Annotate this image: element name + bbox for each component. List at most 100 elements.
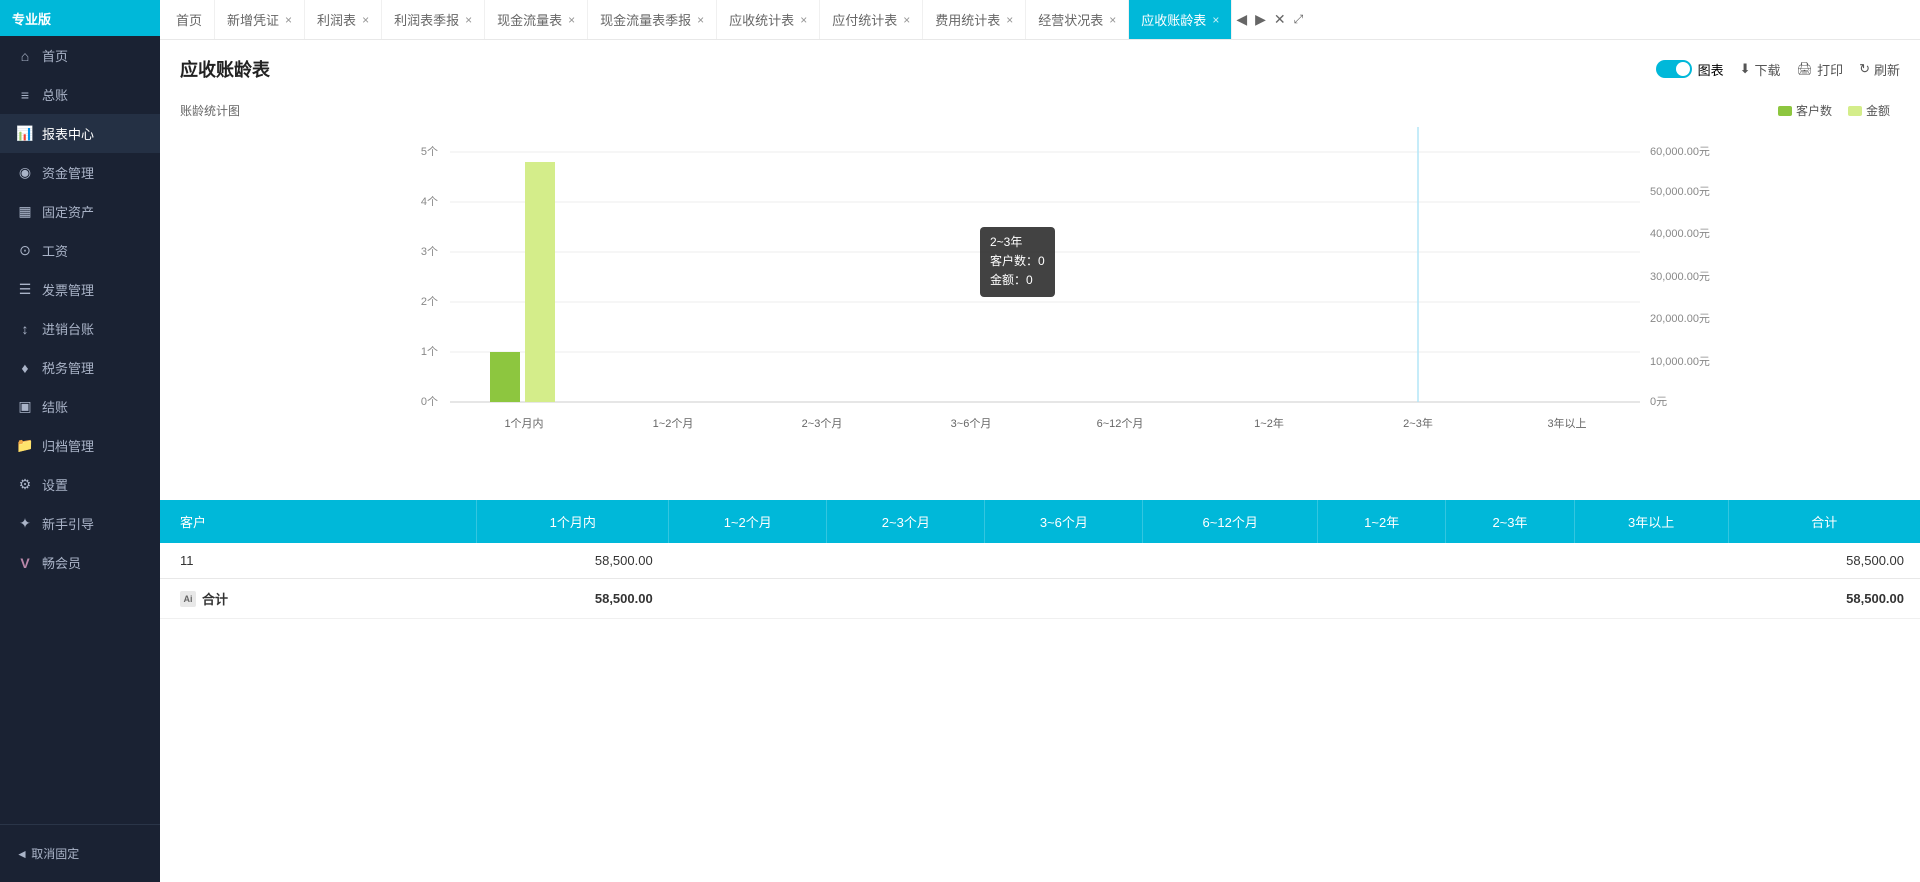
tab-cashflow-close[interactable]: × (568, 13, 575, 27)
th-m612: 6~12个月 (1143, 500, 1318, 543)
sidebar-item-home[interactable]: ⌂ 首页 (0, 36, 160, 75)
total-icon: Ai (180, 591, 196, 607)
svg-text:40,000.00元: 40,000.00元 (1650, 228, 1710, 240)
sidebar: 专业版 ⌂ 首页 ≡ 总账 📊 报表中心 ◉ 资金管理 ▦ 固定资产 ⊙ 工资 … (0, 0, 160, 882)
tab-voucher-label: 新增凭证 (227, 10, 279, 29)
svg-text:0元: 0元 (1650, 396, 1667, 408)
sidebar-item-funds[interactable]: ◉ 资金管理 (0, 153, 160, 192)
tab-cashflow-label: 现金流量表 (497, 10, 562, 29)
sidebar-item-label: 税务管理 (42, 358, 94, 377)
sidebar-item-invoice[interactable]: ☰ 发票管理 (0, 270, 160, 309)
tab-ar-aging-close[interactable]: × (1212, 13, 1219, 27)
svg-text:2~3个月: 2~3个月 (802, 417, 843, 430)
table-row: 11 58,500.00 58,500.00 (160, 543, 1920, 579)
tab-voucher-close[interactable]: × (285, 13, 292, 27)
download-label: 下载 (1755, 60, 1781, 79)
toggle-track[interactable] (1656, 60, 1692, 78)
th-m1: 1个月内 (477, 500, 669, 543)
legend-customers: 客户数 (1778, 102, 1832, 119)
refresh-button[interactable]: ↻ 刷新 (1859, 60, 1900, 79)
sidebar-item-label: 工资 (42, 241, 68, 260)
total-row: Ai 合计 58,500.00 58,500.00 (160, 579, 1920, 619)
download-icon: ⬇ (1740, 61, 1751, 77)
td-total-0: 58,500.00 (1728, 543, 1920, 579)
tab-expense-stats-close[interactable]: × (1006, 13, 1013, 27)
invoice-icon: ☰ (16, 281, 34, 298)
tab-home[interactable]: 首页 (164, 0, 215, 40)
sidebar-item-label: 新手引导 (42, 514, 94, 533)
sidebar-item-tax[interactable]: ♦ 税务管理 (0, 348, 160, 387)
sidebar-item-salary[interactable]: ⊙ 工资 (0, 231, 160, 270)
sidebar-item-reports[interactable]: 📊 报表中心 (0, 114, 160, 153)
tab-cashflow[interactable]: 现金流量表 × (485, 0, 588, 40)
tab-profit-quarterly[interactable]: 利润表季报 × (382, 0, 485, 40)
sidebar-item-guide[interactable]: ✦ 新手引导 (0, 504, 160, 543)
tab-expense-stats[interactable]: 费用统计表 × (923, 0, 1026, 40)
download-button[interactable]: ⬇ 下载 (1740, 60, 1781, 79)
print-label: 打印 (1817, 60, 1843, 79)
tab-ar-stats[interactable]: 应收统计表 × (717, 0, 820, 40)
tab-ap-stats[interactable]: 应付统计表 × (820, 0, 923, 40)
svg-text:5个: 5个 (421, 145, 438, 158)
td-total-y12 (1318, 579, 1446, 619)
tab-bar: 首页 新增凭证 × 利润表 × 利润表季报 × 现金流量表 × 现金流量表季报 … (160, 0, 1920, 40)
home-icon: ⌂ (16, 48, 34, 64)
tab-cashflow-quarterly-close[interactable]: × (697, 13, 704, 27)
sidebar-item-sales[interactable]: ↕ 进销台账 (0, 309, 160, 348)
tab-ar-aging[interactable]: 应收账龄表 × (1129, 0, 1232, 40)
td-m1-0: 58,500.00 (477, 543, 669, 579)
td-total-label: Ai 合计 (160, 579, 477, 619)
tab-profit-quarterly-label: 利润表季报 (394, 10, 459, 29)
print-button[interactable]: 🖨 打印 (1797, 60, 1844, 79)
sidebar-item-label: 总账 (42, 85, 68, 104)
sidebar-item-label: 畅会员 (42, 553, 81, 572)
svg-text:10,000.00元: 10,000.00元 (1650, 356, 1710, 368)
tab-cashflow-quarterly[interactable]: 现金流量表季报 × (588, 0, 717, 40)
svg-text:1个: 1个 (421, 345, 438, 358)
tab-expand-button[interactable]: ⤢ (1290, 0, 1308, 40)
tab-voucher[interactable]: 新增凭证 × (215, 0, 305, 40)
sidebar-item-close[interactable]: ▣ 结账 (0, 387, 160, 426)
th-y3plus: 3年以上 (1574, 500, 1728, 543)
aging-table: 客户 1个月内 1~2个月 2~3个月 3~6个月 6~12个月 1~2年 2~… (160, 500, 1920, 619)
th-y12: 1~2年 (1318, 500, 1446, 543)
sidebar-item-vip[interactable]: V 畅会员 (0, 543, 160, 582)
sidebar-item-label: 资金管理 (42, 163, 94, 182)
tab-ar-stats-close[interactable]: × (800, 13, 807, 27)
sales-icon: ↕ (16, 321, 34, 337)
sidebar-bottom: ◄ 取消固定 (0, 824, 160, 882)
tab-biz-status[interactable]: 经营状况表 × (1026, 0, 1129, 40)
svg-text:1~2个月: 1~2个月 (653, 417, 694, 430)
tab-biz-status-close[interactable]: × (1109, 13, 1116, 27)
tab-prev-button[interactable]: ◀ (1232, 0, 1251, 40)
unpin-sidebar-button[interactable]: ◄ 取消固定 (0, 835, 160, 872)
chart-svg-wrapper: 5个 4个 3个 2个 1个 0个 60,000.00元 50,000.00元 … (180, 127, 1900, 490)
svg-text:50,000.00元: 50,000.00元 (1650, 186, 1710, 198)
th-m36: 3~6个月 (985, 500, 1143, 543)
sidebar-item-label: 固定资产 (42, 202, 94, 221)
sidebar-item-archive[interactable]: 📁 归档管理 (0, 426, 160, 465)
tab-home-label: 首页 (176, 10, 202, 29)
td-total-y23 (1446, 579, 1574, 619)
sidebar-item-settings[interactable]: ⚙ 设置 (0, 465, 160, 504)
tab-close-all-button[interactable]: ✕ (1270, 0, 1290, 40)
td-m12-0 (669, 543, 827, 579)
toggle-label: 图表 (1698, 60, 1724, 79)
close-accounts-icon: ▣ (16, 398, 34, 415)
tab-ar-stats-label: 应收统计表 (729, 10, 794, 29)
sidebar-item-label: 发票管理 (42, 280, 94, 299)
sidebar-item-ledger[interactable]: ≡ 总账 (0, 75, 160, 114)
sidebar-item-assets[interactable]: ▦ 固定资产 (0, 192, 160, 231)
chart-toggle[interactable]: 图表 (1656, 60, 1724, 79)
svg-text:30,000.00元: 30,000.00元 (1650, 271, 1710, 283)
guide-icon: ✦ (16, 515, 34, 532)
tab-biz-status-label: 经营状况表 (1038, 10, 1103, 29)
bar-customers-0 (490, 352, 520, 402)
tab-next-button[interactable]: ▶ (1251, 0, 1270, 40)
tab-ap-stats-close[interactable]: × (903, 13, 910, 27)
tab-profit-quarterly-close[interactable]: × (465, 13, 472, 27)
tab-profit[interactable]: 利润表 × (305, 0, 382, 40)
td-total-y3plus (1574, 579, 1728, 619)
tab-profit-close[interactable]: × (362, 13, 369, 27)
archive-icon: 📁 (16, 437, 34, 454)
